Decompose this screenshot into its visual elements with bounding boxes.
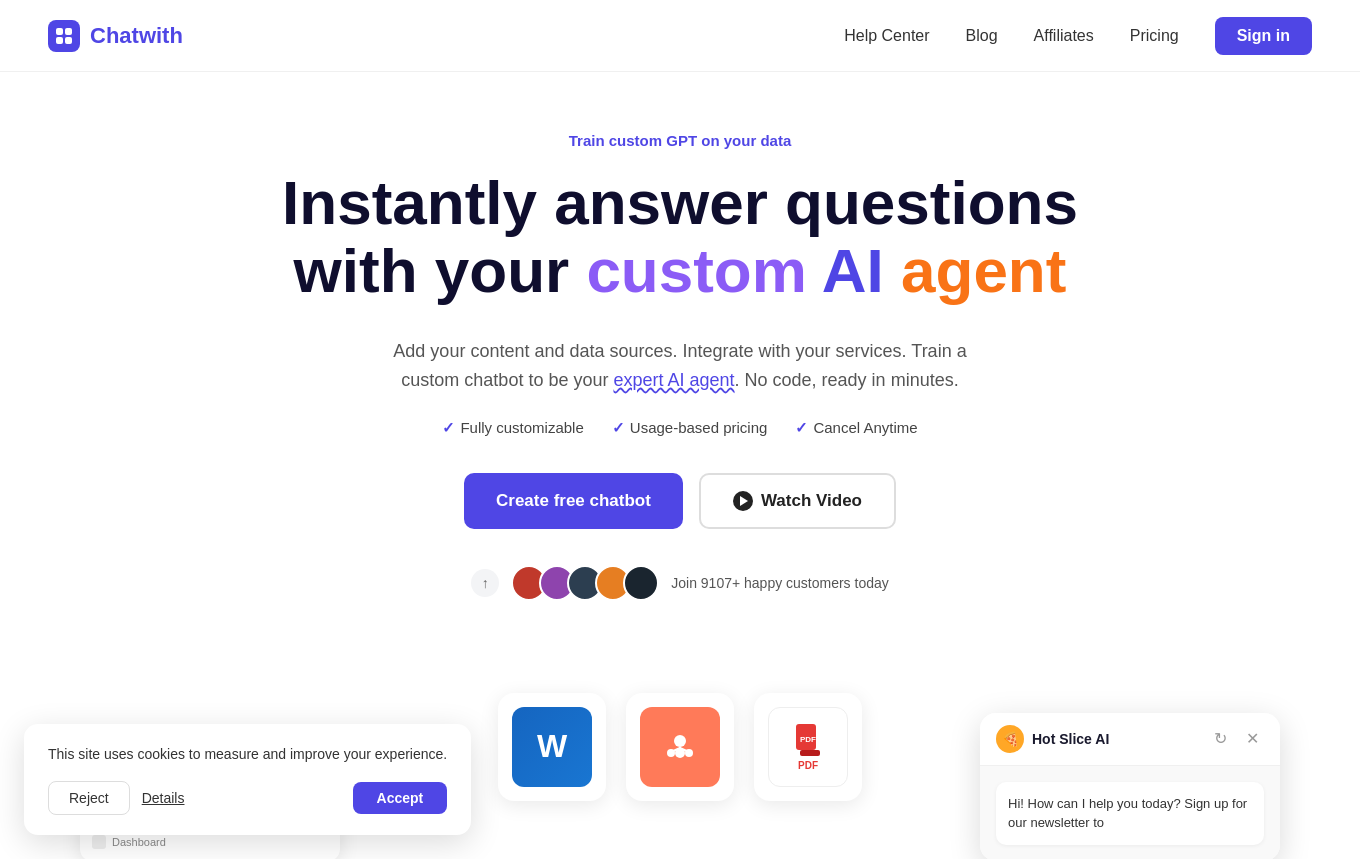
svg-rect-2 (56, 37, 63, 44)
upload-icon: ↑ (471, 569, 499, 597)
play-icon (733, 491, 753, 511)
nav-affiliates[interactable]: Affiliates (1034, 27, 1094, 45)
hero-tagline: Train custom GPT on your data (569, 132, 792, 149)
chat-header-left: 🍕 Hot Slice AI (996, 725, 1109, 753)
hero-subtitle-text2: . No code, ready in minutes. (735, 370, 959, 390)
pdf-card: PDF PDF (754, 693, 862, 801)
cookie-text: This site uses cookies to measure and im… (48, 744, 447, 765)
nav-links: Help Center Blog Affiliates Pricing Sign… (844, 17, 1312, 55)
chat-header: 🍕 Hot Slice AI ↻ ✕ (980, 713, 1280, 766)
hero-checks: ✓ Fully customizable ✓ Usage-based prici… (442, 419, 917, 437)
reject-button[interactable]: Reject (48, 781, 130, 815)
chat-close-btn[interactable]: ✕ (1240, 727, 1264, 751)
watch-video-button[interactable]: Watch Video (699, 473, 896, 529)
chat-preview: 🍕 Hot Slice AI ↻ ✕ Hi! How can I help yo… (980, 713, 1280, 859)
svg-text:PDF: PDF (800, 735, 816, 744)
check-pricing: ✓ Usage-based pricing (612, 419, 768, 437)
cookie-buttons: Reject Details Accept (48, 781, 447, 815)
social-proof-text: Join 9107+ happy customers today (671, 575, 889, 591)
check-icon-2: ✓ (612, 419, 625, 437)
create-chatbot-button[interactable]: Create free chatbot (464, 473, 683, 529)
hero-title-agent: agent (884, 236, 1067, 305)
hubspot-icon (640, 707, 720, 787)
cookie-banner: This site uses cookies to measure and im… (24, 724, 471, 835)
nav-help-center[interactable]: Help Center (844, 27, 929, 45)
hero-title-ai: AI (807, 236, 884, 305)
signin-button[interactable]: Sign in (1215, 17, 1312, 55)
logo[interactable]: Chatwith (48, 20, 183, 52)
logo-text: Chatwith (90, 23, 183, 49)
hero-buttons: Create free chatbot Watch Video (464, 473, 896, 529)
chat-body: Hi! How can I help you today? Sign up fo… (980, 766, 1280, 859)
navbar: Chatwith Help Center Blog Affiliates Pri… (0, 0, 1360, 72)
pdf-icon: PDF PDF (768, 707, 848, 787)
check-icon-3: ✓ (795, 419, 808, 437)
logo-icon (48, 20, 80, 52)
hero-title-line2-prefix: with your (294, 236, 587, 305)
dashboard-label: Dashboard (112, 836, 166, 848)
hero-section: Train custom GPT on your data Instantly … (0, 72, 1360, 641)
hero-title-line1: Instantly answer questions (282, 168, 1078, 237)
chat-refresh-btn[interactable]: ↻ (1208, 727, 1232, 751)
integration-cards: W PDF (498, 693, 862, 801)
dash-icon (92, 835, 106, 849)
chat-bot-name: Hot Slice AI (1032, 731, 1109, 747)
watch-video-label: Watch Video (761, 491, 862, 511)
hubspot-card (626, 693, 734, 801)
pdf-label: PDF (798, 760, 818, 771)
svg-rect-0 (56, 28, 63, 35)
chat-header-actions: ↻ ✕ (1208, 727, 1264, 751)
hero-subtitle-link[interactable]: expert AI agent (613, 370, 734, 390)
accept-button[interactable]: Accept (353, 782, 448, 814)
hero-title-custom: custom (586, 236, 806, 305)
svg-rect-3 (65, 37, 72, 44)
customer-avatars (511, 565, 659, 601)
check-cancel: ✓ Cancel Anytime (795, 419, 917, 437)
word-icon: W (512, 707, 592, 787)
word-card: W (498, 693, 606, 801)
nav-blog[interactable]: Blog (966, 27, 998, 45)
chat-bot-icon: 🍕 (996, 725, 1024, 753)
logo-svg (54, 26, 74, 46)
hero-title: Instantly answer questions with your cus… (282, 169, 1078, 305)
svg-point-4 (674, 735, 686, 747)
svg-rect-12 (800, 750, 820, 756)
chat-message: Hi! How can I help you today? Sign up fo… (996, 782, 1264, 845)
hero-subtitle: Add your content and data sources. Integ… (370, 337, 990, 395)
avatar-5 (623, 565, 659, 601)
hero-social: ↑ Join 9107+ happy customers today (471, 565, 889, 601)
details-button[interactable]: Details (142, 790, 185, 806)
nav-pricing[interactable]: Pricing (1130, 27, 1179, 45)
check-customizable: ✓ Fully customizable (442, 419, 583, 437)
svg-rect-1 (65, 28, 72, 35)
check-icon-1: ✓ (442, 419, 455, 437)
